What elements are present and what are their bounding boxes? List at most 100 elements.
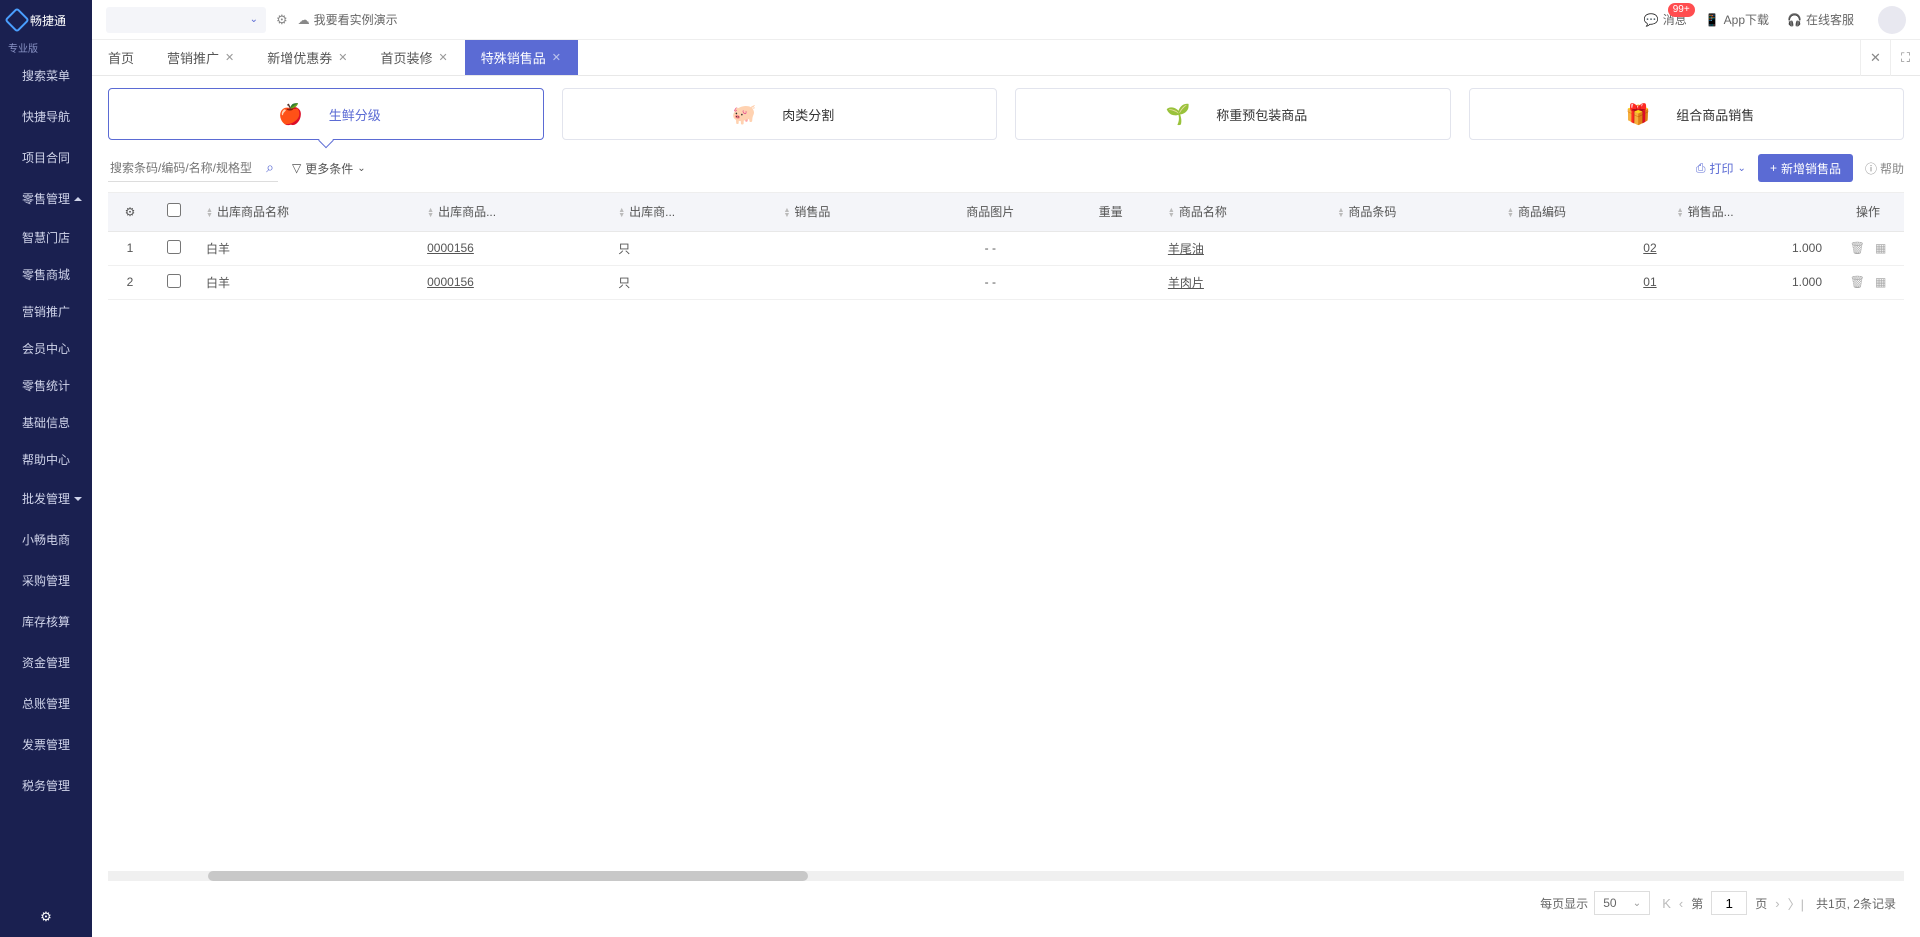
sidebar-item[interactable]: 批发管理: [0, 478, 92, 519]
qr-icon[interactable]: ▦: [1875, 275, 1886, 289]
support-button[interactable]: 🎧 在线客服: [1787, 11, 1854, 28]
page-tab[interactable]: 首页: [92, 40, 151, 75]
sidebar-item[interactable]: 项目合同: [0, 137, 92, 178]
qr-icon[interactable]: ▦: [1875, 241, 1886, 255]
page-size: 每页显示 50 ⌄: [1540, 891, 1650, 915]
sidebar-sub-item[interactable]: 零售统计: [0, 367, 92, 404]
help-button[interactable]: ⓘ 帮助: [1865, 160, 1904, 177]
col-header[interactable]: ▲▼出库商品名称: [196, 193, 417, 231]
filter-more[interactable]: ▽ 更多条件 ⌄: [292, 160, 366, 177]
col-settings[interactable]: ⚙: [108, 193, 152, 231]
delete-icon[interactable]: 🗑: [1850, 241, 1865, 255]
page-input[interactable]: [1711, 891, 1747, 915]
sidebar-item[interactable]: 发票管理: [0, 724, 92, 765]
category-tab[interactable]: 🍎生鲜分级: [108, 88, 544, 140]
org-settings-icon[interactable]: ⚙: [276, 12, 288, 28]
chevron-down-icon: ⌄: [357, 163, 365, 174]
phone-icon: 📱: [1705, 13, 1720, 27]
page-size-selector[interactable]: 50 ⌄: [1594, 891, 1650, 915]
sidebar-settings[interactable]: ⚙: [0, 897, 92, 937]
col-header[interactable]: ▲▼销售品...: [1667, 193, 1832, 231]
sidebar-sub-item[interactable]: 帮助中心: [0, 441, 92, 478]
close-icon[interactable]: ✕: [439, 51, 448, 64]
row-checkbox[interactable]: [167, 240, 181, 254]
col-header[interactable]: ▲▼出库商...: [608, 193, 773, 231]
page-nav: K ‹ 第 页 › 〉|: [1662, 891, 1804, 915]
out-code-link[interactable]: 0000156: [427, 241, 474, 255]
sidebar-item[interactable]: 小畅电商: [0, 519, 92, 560]
cell-sale: 1.000: [1667, 265, 1832, 299]
fullscreen-button[interactable]: ⛶: [1890, 40, 1920, 76]
horizontal-scrollbar[interactable]: [108, 871, 1904, 881]
search-icon[interactable]: ⌕: [266, 159, 274, 176]
sidebar-item[interactable]: 搜索菜单: [0, 55, 92, 96]
sidebar-sub-item[interactable]: 智慧门店: [0, 219, 92, 256]
cell-ops: 🗑▦: [1832, 231, 1904, 265]
main: ⌄ ⚙ 我要看实例演示 💬 消息 99+ 📱 App下载 🎧: [92, 0, 1920, 937]
col-header[interactable]: ▲▼商品条码: [1327, 193, 1497, 231]
close-all-tabs[interactable]: ✕: [1860, 40, 1890, 76]
sidebar-item[interactable]: 库存核算: [0, 601, 92, 642]
out-code-link[interactable]: 0000156: [427, 275, 474, 289]
sidebar-sub-item[interactable]: 基础信息: [0, 404, 92, 441]
category-label: 称重预包装商品: [1216, 105, 1307, 124]
chevron-down-icon: ⌄: [1738, 163, 1746, 174]
messages-button[interactable]: 💬 消息 99+: [1644, 11, 1687, 28]
scrollbar-thumb[interactable]: [208, 871, 808, 881]
row-checkbox[interactable]: [167, 274, 181, 288]
col-header[interactable]: ▲▼商品名称: [1158, 193, 1328, 231]
cell-goods-code: 01: [1497, 265, 1667, 299]
col-header[interactable]: ▲▼商品编码: [1497, 193, 1667, 231]
sidebar-item[interactable]: 零售管理: [0, 178, 92, 219]
goods-code-link[interactable]: 01: [1643, 275, 1656, 289]
sidebar-item[interactable]: 税务管理: [0, 765, 92, 806]
filter-icon: ▽: [292, 161, 301, 175]
prev-page-button[interactable]: ‹: [1679, 896, 1683, 911]
last-page-button[interactable]: 〉|: [1788, 894, 1804, 913]
cell-goods-code: 02: [1497, 231, 1667, 265]
sidebar-sub-item[interactable]: 零售商城: [0, 256, 92, 293]
goods-name-link[interactable]: 羊尾油: [1168, 242, 1204, 256]
sidebar-item[interactable]: 快捷导航: [0, 96, 92, 137]
close-icon[interactable]: ✕: [225, 51, 234, 64]
org-selector[interactable]: ⌄: [106, 7, 266, 33]
close-icon[interactable]: ✕: [338, 51, 347, 64]
page-tab[interactable]: 首页装修✕: [364, 40, 464, 75]
search-input[interactable]: [108, 154, 278, 182]
page-tab[interactable]: 特殊销售品✕: [465, 40, 578, 75]
next-page-button[interactable]: ›: [1775, 896, 1779, 911]
goods-code-link[interactable]: 02: [1643, 241, 1656, 255]
delete-icon[interactable]: 🗑: [1850, 275, 1865, 289]
sidebar-sub-item[interactable]: 会员中心: [0, 330, 92, 367]
page-tab[interactable]: 新增优惠券✕: [251, 40, 364, 75]
cell-goods-name: 羊尾油: [1158, 231, 1328, 265]
col-header[interactable]: ▲▼销售品: [773, 193, 917, 231]
gear-icon: ⚙: [40, 909, 52, 924]
search-box: ⌕: [108, 154, 278, 182]
content: 🍎生鲜分级 🐖肉类分割 🌱称重预包装商品 🎁组合商品销售 ⌕ ▽ 更多条件 ⌄ ⎙ 打…: [92, 76, 1920, 937]
add-sale-item-button[interactable]: + 新增销售品: [1758, 154, 1853, 182]
table-header-row: ⚙▲▼出库商品名称▲▼出库商品...▲▼出库商...▲▼销售品商品图片重量▲▼商…: [108, 193, 1904, 231]
close-icon[interactable]: ✕: [552, 51, 561, 64]
goods-name-link[interactable]: 羊肉片: [1168, 276, 1204, 290]
select-all-checkbox[interactable]: [167, 203, 181, 217]
page-tabs: 首页营销推广✕新增优惠券✕首页装修✕特殊销售品✕ ✕ ⛶: [92, 40, 1920, 76]
col-header[interactable]: ▲▼出库商品...: [417, 193, 608, 231]
col-header[interactable]: 重量: [1063, 193, 1158, 231]
toolbar: ⌕ ▽ 更多条件 ⌄ ⎙ 打印 ⌄ + 新增销售品: [108, 154, 1904, 182]
sidebar-item[interactable]: 资金管理: [0, 642, 92, 683]
sidebar-item[interactable]: 总账管理: [0, 683, 92, 724]
sidebar-sub-item[interactable]: 营销推广: [0, 293, 92, 330]
col-header[interactable]: 商品图片: [917, 193, 1063, 231]
category-tab[interactable]: 🌱称重预包装商品: [1015, 88, 1451, 140]
demo-link[interactable]: 我要看实例演示: [298, 11, 398, 28]
category-tab[interactable]: 🎁组合商品销售: [1469, 88, 1905, 140]
page-tab[interactable]: 营销推广✕: [151, 40, 251, 75]
app-download-button[interactable]: 📱 App下载: [1705, 11, 1769, 28]
avatar[interactable]: [1878, 6, 1906, 34]
print-button[interactable]: ⎙ 打印 ⌄: [1696, 160, 1746, 177]
sidebar-item[interactable]: 采购管理: [0, 560, 92, 601]
page-label-post: 页: [1755, 895, 1767, 912]
first-page-button[interactable]: K: [1662, 896, 1671, 911]
category-tab[interactable]: 🐖肉类分割: [562, 88, 998, 140]
